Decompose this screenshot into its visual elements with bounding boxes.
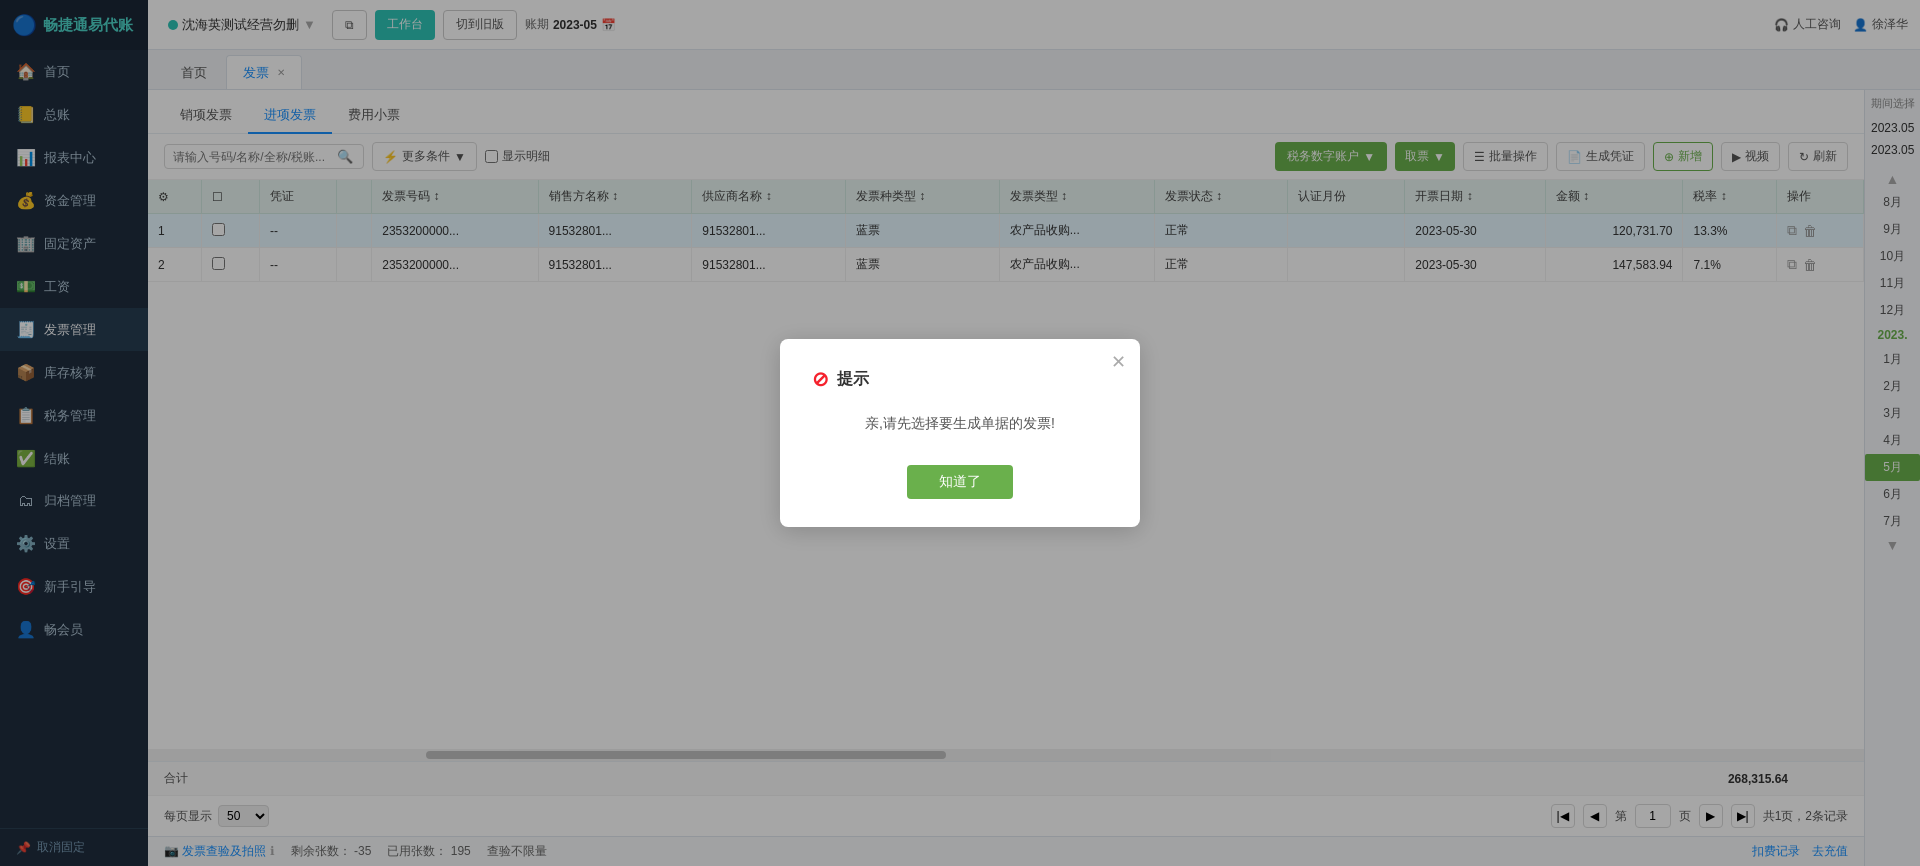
modal-box: ✕ ⊘ 提示 亲,请先选择要生成单据的发票! 知道了 [780,339,1140,527]
modal-title: ⊘ 提示 [812,367,1108,391]
modal-message: 亲,请先选择要生成单据的发票! [865,415,1055,431]
warning-icon: ⊘ [812,367,829,391]
modal-ok-button[interactable]: 知道了 [907,465,1013,499]
modal-close-button[interactable]: ✕ [1111,351,1126,373]
modal-overlay[interactable]: ✕ ⊘ 提示 亲,请先选择要生成单据的发票! 知道了 [0,0,1920,866]
modal-title-text: 提示 [837,369,869,390]
modal-footer: 知道了 [812,465,1108,499]
modal-body: 亲,请先选择要生成单据的发票! [812,407,1108,441]
